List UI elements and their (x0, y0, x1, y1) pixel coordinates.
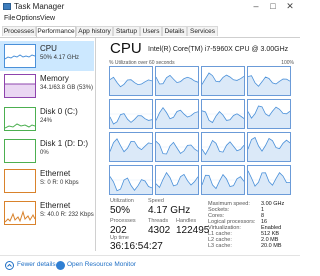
logical-processor-graph (155, 99, 199, 129)
sidebar-sub-ethernet-2: S: 40.0 R: 232 Kbps (40, 212, 94, 218)
ethernet1-thumbnail-graph (4, 169, 36, 193)
window-title: Task Manager (14, 2, 65, 11)
logical-processor-graph (201, 165, 245, 195)
logical-processor-graph (247, 132, 291, 162)
stat-label-threads: Threads (148, 218, 169, 224)
tab-performance[interactable]: Performance (36, 26, 76, 37)
sidebar-sub-ethernet-1: S: 0 R: 0 Kbps (40, 180, 79, 186)
cpu-detail-panel: CPU Intel(R) Core(TM) i7-5960X CPU @ 3.0… (96, 38, 300, 252)
spec-value: 20.0 MB (261, 243, 282, 249)
sidebar-label-disk0: Disk 0 (C:) (40, 107, 78, 116)
stat-value-handles: 122495 (176, 225, 210, 236)
logical-processor-graph (109, 132, 153, 162)
sidebar-label-ethernet-2: Ethernet (40, 201, 71, 210)
resource-monitor-icon[interactable] (56, 261, 65, 270)
logical-processor-graph (201, 132, 245, 162)
tab-bar: Processes Performance App history Startu… (0, 26, 300, 38)
stat-value-threads: 4302 (148, 225, 171, 236)
title-bar: Task Manager – □ ✕ (0, 0, 300, 14)
cpu-model-name: Intel(R) Core(TM) i7-5960X CPU @ 3.00GHz (148, 46, 289, 53)
cpu-thumbnail-graph (4, 44, 36, 68)
menu-bar: File Options View (0, 14, 300, 25)
stat-value-speed: 4.17 GHz (148, 205, 191, 216)
logical-processor-graph (109, 165, 153, 195)
sidebar-item-disk0[interactable]: Disk 0 (C:) 24% (0, 104, 94, 134)
stat-label-processes: Processes (110, 218, 136, 224)
logical-processor-graph (247, 165, 291, 195)
sidebar-item-cpu[interactable]: CPU 50% 4.17 GHz (0, 41, 94, 71)
open-resource-monitor-link[interactable]: Open Resource Monitor (67, 261, 136, 268)
logical-processor-graph (155, 66, 199, 96)
sidebar-label-cpu: CPU (40, 44, 57, 53)
logical-processor-graph (247, 99, 291, 129)
logical-processor-graph (109, 66, 153, 96)
sidebar-item-memory[interactable]: Memory 34.1/63.8 GB (53%) (0, 71, 94, 101)
sidebar-item-ethernet-1[interactable]: Ethernet S: 0 R: 0 Kbps (0, 166, 94, 196)
resource-sidebar: CPU 50% 4.17 GHz Memory 34.1/63.8 GB (53… (0, 38, 96, 251)
memory-thumbnail-graph (4, 74, 36, 98)
logical-processor-graph (155, 132, 199, 162)
tab-app-history[interactable]: App history (76, 26, 113, 36)
logical-processor-graph (201, 66, 245, 96)
tab-services[interactable]: Services (187, 26, 218, 36)
sidebar-sub-disk1: 0% (40, 150, 49, 156)
spec-label: L3 cache: (208, 243, 232, 249)
sidebar-label-ethernet-1: Ethernet (40, 169, 71, 178)
tab-users[interactable]: Users (140, 26, 162, 36)
menu-file[interactable]: File (4, 15, 15, 22)
spec-value: 3.00 GHz (261, 201, 285, 207)
menu-options[interactable]: Options (16, 15, 40, 22)
stat-label-utilization: Utilization (110, 198, 134, 204)
maximize-button[interactable]: □ (267, 1, 279, 12)
menu-view[interactable]: View (40, 15, 55, 22)
task-manager-icon (3, 3, 11, 10)
stat-value-utilization: 50% (110, 205, 131, 216)
page-title: CPU (110, 40, 142, 57)
sidebar-sub-memory: 34.1/63.8 GB (53%) (40, 85, 94, 91)
logical-processor-graph (247, 66, 291, 96)
stat-value-uptime: 36:16:54:27 (110, 241, 163, 252)
sidebar-label-memory: Memory (40, 74, 69, 83)
sidebar-label-disk1: Disk 1 (D: D:) (40, 139, 88, 148)
minimize-button[interactable]: – (250, 1, 262, 12)
logical-processor-graph (109, 99, 153, 129)
chevron-up-circle-icon[interactable] (5, 261, 14, 270)
fewer-details-link[interactable]: Fewer details (17, 261, 56, 268)
disk0-thumbnail-graph (4, 107, 36, 131)
sidebar-item-ethernet-2[interactable]: Ethernet S: 40.0 R: 232 Kbps (0, 198, 94, 228)
sidebar-item-disk1[interactable]: Disk 1 (D: D:) 0% (0, 136, 94, 166)
stat-label-speed: Speed (148, 198, 164, 204)
logical-processor-graphs (109, 66, 295, 196)
tab-startup[interactable]: Startup (113, 26, 140, 36)
ethernet2-thumbnail-graph (4, 201, 36, 225)
logical-processor-graph (155, 165, 199, 195)
tab-details[interactable]: Details (162, 26, 187, 36)
logical-processor-graph (201, 99, 245, 129)
sidebar-sub-cpu: 50% 4.17 GHz (40, 55, 80, 61)
tab-processes[interactable]: Processes (2, 26, 36, 36)
stat-label-handles: Handles (176, 218, 197, 224)
close-button[interactable]: ✕ (284, 1, 296, 12)
disk1-thumbnail-graph (4, 139, 36, 163)
sidebar-sub-disk0: 24% (40, 118, 53, 124)
footer-bar: Fewer details Open Resource Monitor (0, 255, 300, 276)
